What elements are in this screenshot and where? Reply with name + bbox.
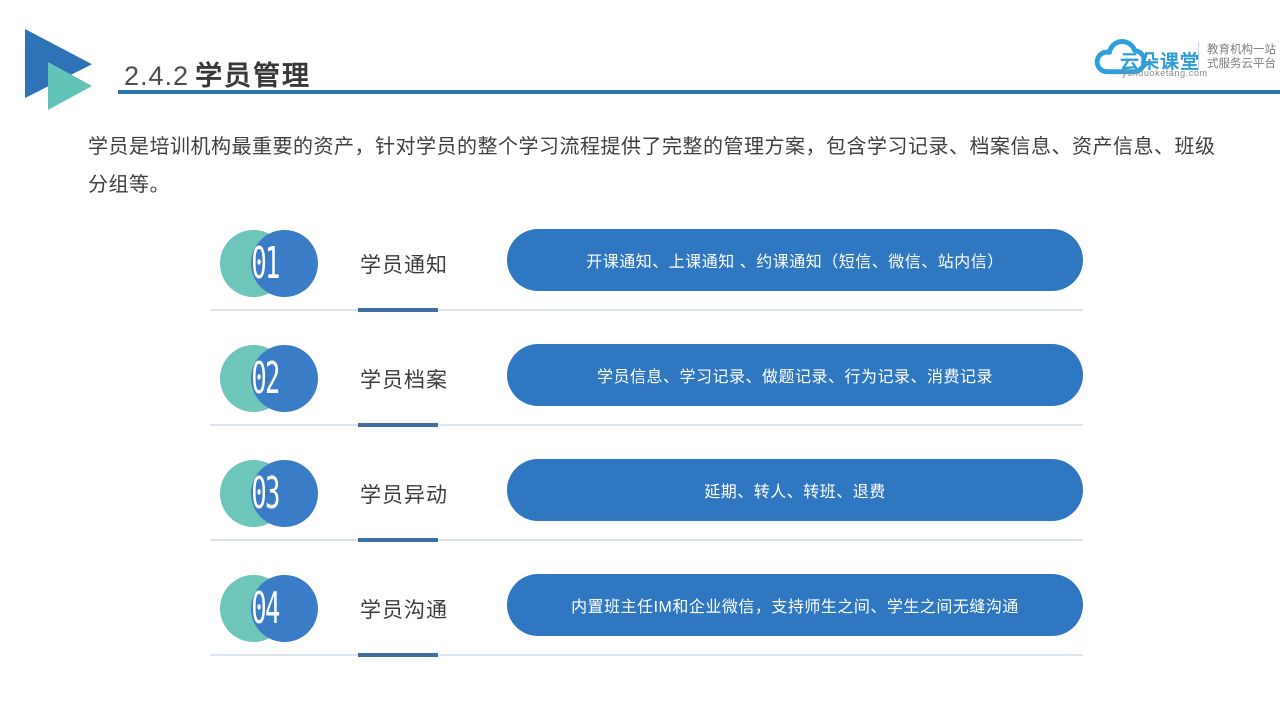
brand-website: yunduoketang.com bbox=[1122, 68, 1208, 78]
row-divider bbox=[210, 309, 1083, 311]
row-divider-accent bbox=[358, 308, 438, 312]
feature-label: 学员异动 bbox=[360, 460, 448, 527]
row-divider-accent bbox=[358, 423, 438, 427]
step-number-badge: 02 bbox=[245, 345, 286, 412]
feature-row-change: 03 学员异动 延期、转人、转班、退费 bbox=[200, 434, 1090, 549]
feature-label: 学员沟通 bbox=[360, 575, 448, 642]
row-divider bbox=[210, 539, 1083, 541]
brand-tagline-line2: 式服务云平台 bbox=[1207, 57, 1276, 71]
feature-label: 学员通知 bbox=[360, 230, 448, 297]
brand-tagline-line1: 教育机构一站 bbox=[1207, 43, 1276, 57]
feature-row-notice: 01 学员通知 开课通知、上课通知 、约课通知（短信、微信、站内信） bbox=[200, 204, 1090, 319]
step-number-badge: 01 bbox=[245, 230, 286, 297]
feature-detail-pill: 学员信息、学习记录、做题记录、行为记录、消费记录 bbox=[507, 344, 1083, 406]
slide: 2.4.2学员管理 云朵课堂 yunduoketang.com 教育机构一站 式… bbox=[0, 0, 1280, 720]
logo-divider bbox=[1198, 42, 1199, 70]
brand-tagline: 教育机构一站 式服务云平台 bbox=[1207, 43, 1276, 71]
feature-detail-pill: 延期、转人、转班、退费 bbox=[507, 459, 1083, 521]
page-title: 2.4.2学员管理 bbox=[124, 54, 311, 93]
brand-logo: 云朵课堂 yunduoketang.com 教育机构一站 式服务云平台 bbox=[1080, 20, 1280, 92]
section-number: 2.4.2 bbox=[124, 61, 189, 91]
feature-row-communication: 04 学员沟通 内置班主任IM和企业微信，支持师生之间、学生之间无缝沟通 bbox=[200, 549, 1090, 664]
row-divider-accent bbox=[358, 538, 438, 542]
row-divider bbox=[210, 654, 1083, 656]
feature-detail-pill: 开课通知、上课通知 、约课通知（短信、微信、站内信） bbox=[507, 229, 1083, 291]
page-title-text: 学员管理 bbox=[195, 61, 311, 91]
row-divider-accent bbox=[358, 653, 438, 657]
feature-label: 学员档案 bbox=[360, 345, 448, 412]
row-divider bbox=[210, 424, 1083, 426]
step-number-badge: 03 bbox=[245, 460, 286, 527]
feature-row-archive: 02 学员档案 学员信息、学习记录、做题记录、行为记录、消费记录 bbox=[200, 319, 1090, 434]
step-number-badge: 04 bbox=[245, 575, 286, 642]
feature-detail-pill: 内置班主任IM和企业微信，支持师生之间、学生之间无缝沟通 bbox=[507, 574, 1083, 636]
intro-paragraph: 学员是培训机构最重要的资产，针对学员的整个学习流程提供了完整的管理方案，包含学习… bbox=[88, 128, 1218, 204]
